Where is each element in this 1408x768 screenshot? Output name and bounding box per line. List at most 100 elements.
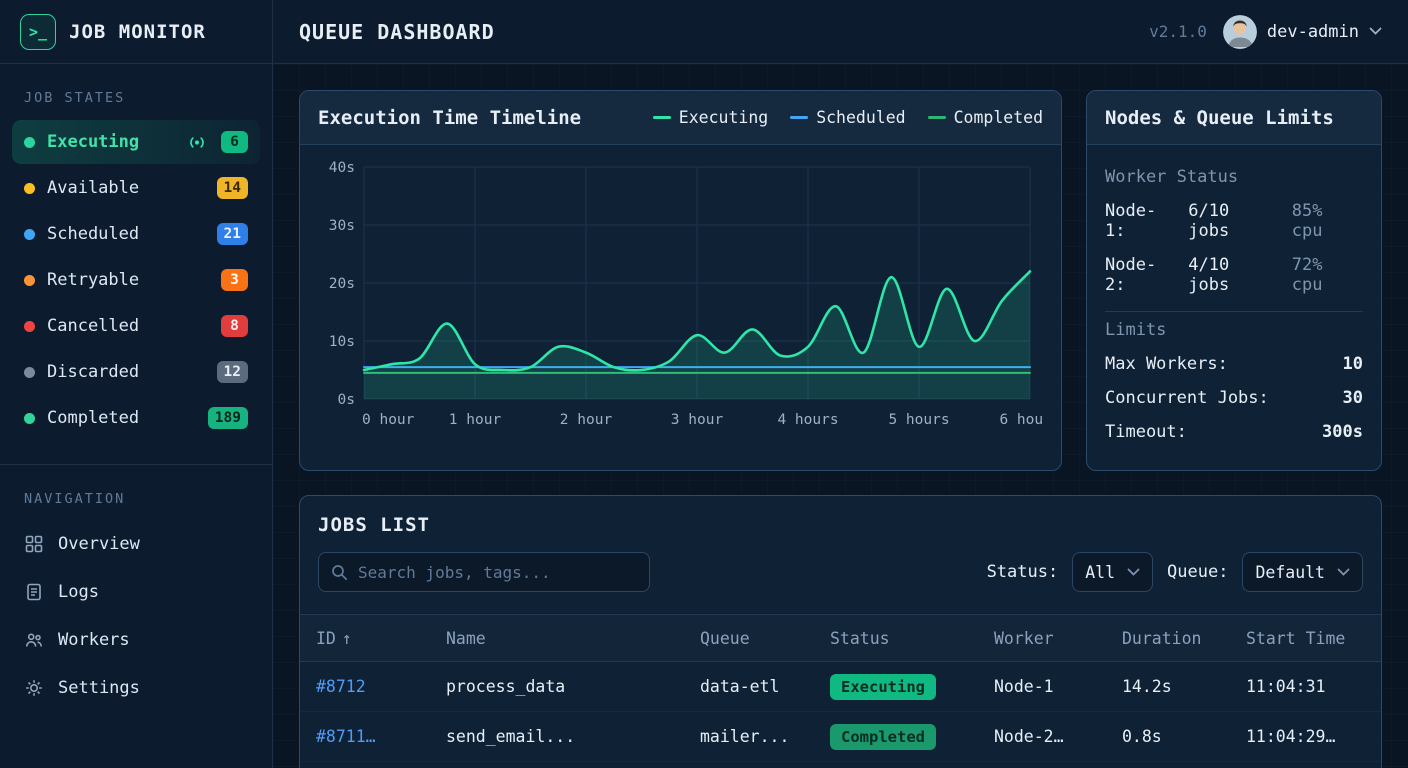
- sort-arrow-icon: ↑: [341, 628, 352, 648]
- job-status-cell: Executing: [814, 673, 978, 700]
- limit-label: Max Workers:: [1105, 354, 1228, 374]
- nav-label: Settings: [58, 678, 140, 698]
- limit-label: Timeout:: [1105, 422, 1187, 442]
- avatar: [1222, 14, 1257, 49]
- sidebar-item-scheduled[interactable]: Scheduled 21: [12, 212, 260, 256]
- sidebar-item-discarded[interactable]: Discarded 12: [12, 350, 260, 394]
- worker-stats: 6/10 jobs 85% cpu: [1188, 201, 1363, 241]
- legend-item-executing: Executing: [652, 108, 768, 127]
- y-tick-label: 0s: [338, 392, 355, 408]
- nodes-divider: [1105, 311, 1363, 312]
- navigation-list: Overview Logs Workers Settings: [0, 519, 272, 713]
- nodes-card: Nodes & Queue Limits Worker Status Node-…: [1086, 90, 1382, 471]
- worker-name: Node-2:: [1105, 255, 1157, 295]
- navigation-section-label: NAVIGATION: [24, 491, 126, 507]
- live-signal-icon: [187, 135, 207, 150]
- legend-swatch: [790, 115, 809, 120]
- legend-item-completed: Completed: [927, 108, 1043, 127]
- sidebar-item-settings[interactable]: Settings: [12, 665, 260, 711]
- job-id-link[interactable]: #8711…: [300, 727, 430, 746]
- available-dot: [24, 182, 35, 194]
- column-label: Start Time: [1246, 628, 1346, 648]
- sidebar-item-workers[interactable]: Workers: [12, 617, 260, 663]
- count-badge: 12: [216, 361, 248, 383]
- queue-filter-select[interactable]: Default: [1242, 552, 1363, 592]
- search-input[interactable]: [358, 562, 637, 582]
- column-header-status[interactable]: Status: [814, 629, 978, 648]
- y-tick-label: 30s: [329, 218, 355, 234]
- state-label: Scheduled: [47, 224, 140, 244]
- nav-label: Overview: [58, 534, 140, 554]
- job-worker: Node-2…: [994, 727, 1064, 746]
- app-title: JOB MONITOR: [69, 20, 206, 43]
- column-header-start-time[interactable]: Start Time: [1230, 629, 1381, 648]
- workers-icon: [24, 630, 44, 650]
- sidebar-item-cancelled[interactable]: Cancelled 8: [12, 304, 260, 348]
- job-duration: 0.8s: [1122, 727, 1162, 746]
- table-row[interactable]: #8712 process_data data-etl Executing Node-1…: [300, 662, 1381, 712]
- count-badge: 6: [221, 131, 248, 153]
- column-header-id[interactable]: ID ↑: [300, 629, 430, 648]
- jobs-card-header: JOBS LIST Status: All Queue: Default: [300, 496, 1381, 592]
- column-header-duration[interactable]: Duration: [1106, 629, 1230, 648]
- logs-icon: [24, 582, 44, 602]
- status-badge: Completed: [830, 723, 936, 750]
- x-tick-label: 0 hour: [362, 412, 415, 428]
- grid-icon: [24, 534, 44, 554]
- chevron-down-icon: [1337, 568, 1350, 577]
- column-label: Name: [446, 628, 486, 648]
- top-header: QUEUE DASHBOARD v2.1.0 dev-admin: [273, 0, 1408, 64]
- worker-cpu: 72% cpu: [1291, 255, 1323, 295]
- search-box: [318, 552, 650, 592]
- worker-name: Node-1:: [1105, 201, 1157, 241]
- state-label: Executing: [47, 132, 140, 152]
- executing-dot: [24, 136, 35, 148]
- x-tick-label: 3 hour: [671, 412, 724, 428]
- completed-dot: [24, 412, 35, 424]
- legend-item-scheduled: Scheduled: [790, 108, 906, 127]
- sidebar-item-available[interactable]: Available 14: [12, 166, 260, 210]
- y-tick-label: 40s: [329, 160, 355, 176]
- limits-list: Max Workers: 10 Concurrent Jobs: 30 Timeout:…: [1105, 354, 1363, 442]
- sidebar-item-executing[interactable]: Executing 6: [12, 120, 260, 164]
- sidebar-item-overview[interactable]: Overview: [12, 521, 260, 567]
- job-states-section-label: JOB STATES: [24, 90, 126, 106]
- status-badge: Executing: [830, 673, 936, 700]
- jobs-list-title: JOBS LIST: [318, 514, 430, 536]
- column-header-name[interactable]: Name: [430, 629, 684, 648]
- legend-swatch: [652, 115, 671, 120]
- worker-status-row: Node-1: 6/10 jobs 85% cpu: [1105, 201, 1363, 241]
- legend-swatch: [927, 115, 946, 120]
- main-column: QUEUE DASHBOARD v2.1.0 dev-admin Executi…: [273, 0, 1408, 768]
- user-menu[interactable]: dev-admin: [1222, 14, 1382, 49]
- timeline-card-header: Execution Time Timeline Executing Schedul…: [300, 91, 1061, 145]
- job-id-link[interactable]: #8712: [300, 677, 430, 696]
- header-right: v2.1.0 dev-admin: [1149, 14, 1382, 49]
- count-badge: 3: [221, 269, 248, 291]
- job-queue: data-etl: [700, 677, 780, 696]
- sidebar: >_ JOB MONITOR JOB STATES Executing 6 Avai…: [0, 0, 273, 768]
- sidebar-item-logs[interactable]: Logs: [12, 569, 260, 615]
- sidebar-item-completed[interactable]: Completed 189: [12, 396, 260, 440]
- table-row[interactable]: #8711… send_email... mailer... Completed Nod…: [300, 712, 1381, 762]
- job-start-time: 11:04:29…: [1246, 727, 1336, 746]
- limit-value: 300s: [1322, 422, 1363, 442]
- legend-label: Scheduled: [816, 108, 906, 127]
- chart-area: 0s 10s 20s 30s 40s 0 hour 1 hour 2 hour 3 hour 4 …: [300, 145, 1061, 441]
- discarded-dot: [24, 366, 35, 378]
- table-row[interactable]: #8710process_datamailerScheduledNode-10.…: [300, 762, 1381, 768]
- scheduled-dot: [24, 228, 35, 240]
- limit-value: 30: [1342, 388, 1363, 408]
- sidebar-item-retryable[interactable]: Retryable 3: [12, 258, 260, 302]
- worker-stats: 4/10 jobs 72% cpu: [1188, 255, 1363, 295]
- nodes-card-header: Nodes & Queue Limits: [1087, 91, 1381, 145]
- status-filter-select[interactable]: All: [1072, 552, 1154, 592]
- legend-label: Completed: [953, 108, 1043, 127]
- selected-value: Default: [1255, 562, 1325, 582]
- chevron-down-icon: [1369, 27, 1382, 36]
- y-tick-label: 20s: [329, 276, 355, 292]
- job-start-time: 11:04:31: [1246, 677, 1326, 696]
- x-tick-label: 4 hours: [777, 412, 838, 428]
- column-header-worker[interactable]: Worker: [978, 629, 1106, 648]
- column-header-queue[interactable]: Queue: [684, 629, 814, 648]
